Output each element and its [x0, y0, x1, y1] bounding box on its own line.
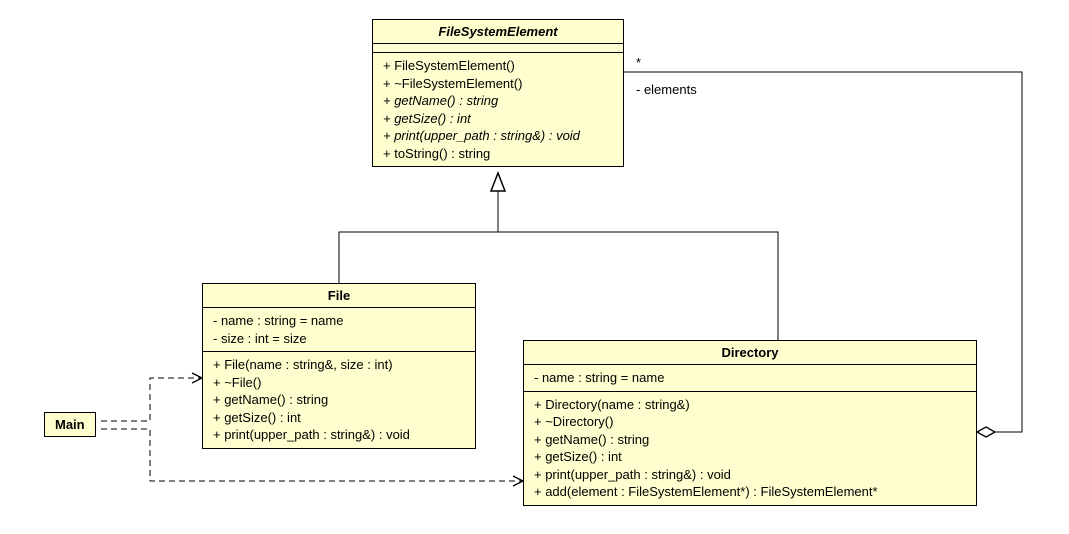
attribute: - name : string = name	[213, 312, 465, 330]
attributes-section	[373, 44, 623, 53]
operation: + getSize() : int	[213, 409, 465, 427]
class-title: File	[203, 284, 475, 308]
operation: + print(upper_path : string&) : void	[534, 466, 966, 484]
class-title: FileSystemElement	[373, 20, 623, 44]
operations-section: + FileSystemElement() + ~FileSystemEleme…	[373, 53, 623, 166]
operations-section: + File(name : string&, size : int) + ~Fi…	[203, 352, 475, 448]
class-file: File - name : string = name - size : int…	[202, 283, 476, 449]
operation: + print(upper_path : string&) : void	[383, 127, 613, 145]
attributes-section: - name : string = name	[524, 365, 976, 392]
class-main: Main	[44, 412, 96, 437]
operation: + ~Directory()	[534, 413, 966, 431]
attribute: - name : string = name	[534, 369, 966, 387]
operation: + ~File()	[213, 374, 465, 392]
operation: + getSize() : int	[383, 110, 613, 128]
class-directory: Directory - name : string = name + Direc…	[523, 340, 977, 506]
attributes-section: - name : string = name - size : int = si…	[203, 308, 475, 352]
operation: + ~FileSystemElement()	[383, 75, 613, 93]
operation: + getSize() : int	[534, 448, 966, 466]
operation: + toString() : string	[383, 145, 613, 163]
operation: + File(name : string&, size : int)	[213, 356, 465, 374]
role-label: - elements	[636, 82, 697, 97]
operation: + getName() : string	[534, 431, 966, 449]
operations-section: + Directory(name : string&) + ~Directory…	[524, 392, 976, 505]
operation: + add(element : FileSystemElement*) : Fi…	[534, 483, 966, 501]
operation: + getName() : string	[213, 391, 465, 409]
attribute: - size : int = size	[213, 330, 465, 348]
class-filesystemelement: FileSystemElement + FileSystemElement() …	[372, 19, 624, 167]
class-title: Directory	[524, 341, 976, 365]
multiplicity-label: *	[636, 55, 641, 70]
operation: + print(upper_path : string&) : void	[213, 426, 465, 444]
operation: + Directory(name : string&)	[534, 396, 966, 414]
operation: + FileSystemElement()	[383, 57, 613, 75]
operation: + getName() : string	[383, 92, 613, 110]
